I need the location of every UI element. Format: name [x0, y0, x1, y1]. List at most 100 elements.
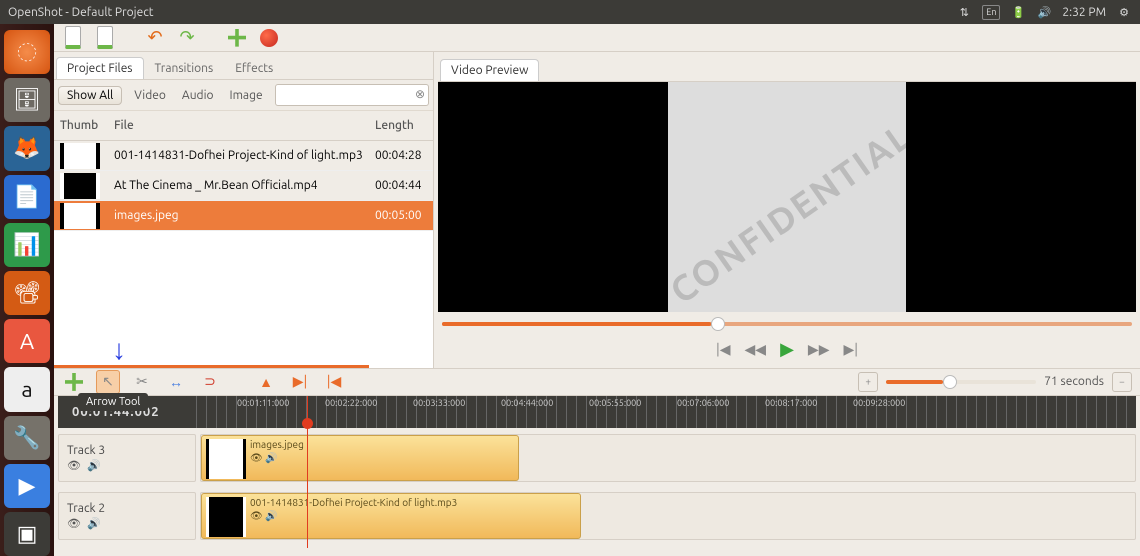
- filter-show-all[interactable]: Show All: [58, 86, 122, 105]
- redo-button[interactable]: ↷: [176, 27, 198, 49]
- preview-controls: |◀ ◀◀ ▶ ▶▶ ▶|: [438, 336, 1136, 364]
- launcher-amazon[interactable]: a: [4, 367, 50, 411]
- playhead[interactable]: [307, 396, 308, 548]
- launcher-settings[interactable]: 🔧: [4, 416, 50, 460]
- sound-icon[interactable]: 🔊: [1036, 4, 1052, 20]
- filter-video[interactable]: Video: [130, 87, 170, 104]
- prev-marker-button[interactable]: ▶|: [288, 370, 312, 394]
- next-marker-button[interactable]: |◀: [322, 370, 346, 394]
- file-name: At The Cinema _ Mr.Bean Official.mp4: [110, 179, 375, 192]
- ruler-ticks[interactable]: 00:01:11:00000:02:22:00000:03:33:00000:0…: [196, 396, 1136, 428]
- track-audio-icon[interactable]: 🔊: [87, 459, 101, 472]
- unity-launcher: ◌ 🗄 🦊 📄 📊 📽 A a 🔧 ▶ ▣: [0, 24, 54, 556]
- track-header[interactable]: Track 3👁🔊: [58, 434, 196, 482]
- resize-tool-button[interactable]: ↔: [164, 370, 188, 394]
- network-icon[interactable]: ⇅: [956, 4, 972, 20]
- clip-label: images.jpeg: [250, 439, 304, 450]
- launcher-dash[interactable]: ◌: [4, 30, 50, 74]
- clear-search-icon[interactable]: ⊗: [415, 87, 425, 101]
- search-input[interactable]: [275, 84, 429, 106]
- launcher-impress[interactable]: 📽: [4, 271, 50, 315]
- zoom-slider[interactable]: [886, 380, 1036, 384]
- preview-left-black: [438, 82, 668, 312]
- filter-image[interactable]: Image: [226, 87, 267, 104]
- new-project-button[interactable]: [62, 27, 84, 49]
- track-visible-icon[interactable]: 👁: [67, 459, 81, 472]
- timeline-clip[interactable]: images.jpeg 👁 🔊: [201, 435, 519, 481]
- ruler-label: 00:05:55:000: [589, 398, 641, 408]
- zoom-label: 71 seconds: [1044, 375, 1104, 388]
- track-lane[interactable]: images.jpeg 👁 🔊: [200, 434, 1136, 482]
- tab-effects[interactable]: Effects: [224, 57, 284, 79]
- file-thumbnail: [60, 203, 100, 229]
- track-row: Track 3👁🔊images.jpeg👁 🔊: [58, 434, 1136, 482]
- launcher-files[interactable]: 🗄: [4, 78, 50, 122]
- jump-end-button[interactable]: ▶|: [843, 341, 858, 358]
- track-audio-icon[interactable]: 🔊: [87, 517, 101, 530]
- zoom-in-button[interactable]: +: [858, 372, 878, 392]
- save-project-button[interactable]: [94, 27, 116, 49]
- file-length: 00:04:28: [375, 149, 433, 162]
- arrow-tool-button[interactable]: ↖: [96, 370, 120, 394]
- timeline-ruler[interactable]: 00:01:44:002 00:01:11:00000:02:22:00000:…: [58, 396, 1136, 428]
- jump-start-button[interactable]: |◀: [716, 341, 731, 358]
- add-marker-button[interactable]: ▲: [254, 370, 278, 394]
- clip-visible-icon[interactable]: 👁: [250, 510, 263, 521]
- file-list: 001-1414831-Dofhei Project-Kind of light…: [54, 141, 433, 231]
- tab-project-files[interactable]: Project Files: [56, 57, 144, 79]
- preview-scrub-track[interactable]: [442, 322, 1132, 326]
- timeline-clip[interactable]: 001-1414831-Dofhei Project-Kind of light…: [201, 493, 581, 539]
- ruler-label: 00:01:11:000: [237, 398, 289, 408]
- file-name: images.jpeg: [110, 209, 375, 222]
- clip-visible-icon[interactable]: 👁: [250, 452, 263, 463]
- import-files-button[interactable]: [226, 27, 248, 49]
- play-button[interactable]: ▶: [780, 339, 794, 360]
- clip-audio-icon[interactable]: 🔊: [265, 452, 277, 463]
- panel-splitter[interactable]: [54, 365, 369, 368]
- tab-video-preview[interactable]: Video Preview: [440, 59, 539, 81]
- tab-transitions[interactable]: Transitions: [144, 57, 225, 79]
- export-video-button[interactable]: [258, 27, 280, 49]
- header-thumb[interactable]: Thumb: [54, 119, 110, 132]
- launcher-media[interactable]: ▶: [4, 464, 50, 508]
- preview-right-black: [906, 82, 1136, 312]
- snap-button[interactable]: ⊃: [198, 370, 222, 394]
- header-file[interactable]: File: [110, 119, 375, 132]
- file-row[interactable]: At The Cinema _ Mr.Bean Official.mp400:0…: [54, 171, 433, 201]
- file-name: 001-1414831-Dofhei Project-Kind of light…: [110, 149, 375, 162]
- rewind-button[interactable]: ◀◀: [745, 341, 767, 358]
- project-tabs: Project Files Transitions Effects: [54, 52, 433, 80]
- zoom-out-button[interactable]: −: [1112, 372, 1132, 392]
- video-preview-panel: Video Preview CONFIDENTIAL |◀ ◀◀ ▶ ▶▶: [434, 52, 1140, 368]
- razor-tool-button[interactable]: ✂: [130, 370, 154, 394]
- file-thumbnail: [60, 143, 100, 169]
- file-length: 00:05:00: [375, 209, 433, 222]
- track-lane[interactable]: 001-1414831-Dofhei Project-Kind of light…: [200, 492, 1136, 540]
- add-track-button[interactable]: [62, 370, 86, 394]
- preview-scrubber[interactable]: [438, 312, 1136, 336]
- track-visible-icon[interactable]: 👁: [67, 517, 81, 530]
- filter-row: Show All Video Audio Image ⊗: [54, 80, 433, 111]
- preview-scrub-knob[interactable]: [711, 317, 725, 331]
- language-indicator[interactable]: En: [982, 5, 1000, 20]
- launcher-firefox[interactable]: 🦊: [4, 126, 50, 170]
- settings-gear-icon[interactable]: ⚙: [1116, 4, 1132, 20]
- filter-audio[interactable]: Audio: [178, 87, 218, 104]
- main-toolbar: ↶ ↷: [54, 24, 1140, 52]
- battery-icon[interactable]: 🔋: [1010, 4, 1026, 20]
- system-indicators: ⇅ En 🔋 🔊 2:32 PM ⚙: [956, 4, 1132, 20]
- clip-thumbnail: [206, 439, 246, 479]
- header-length[interactable]: Length: [375, 119, 433, 132]
- clock[interactable]: 2:32 PM: [1062, 6, 1106, 19]
- launcher-calc[interactable]: 📊: [4, 223, 50, 267]
- track-header[interactable]: Track 2👁🔊: [58, 492, 196, 540]
- zoom-knob[interactable]: [943, 375, 957, 389]
- launcher-terminal[interactable]: ▣: [4, 512, 50, 556]
- launcher-writer[interactable]: 📄: [4, 175, 50, 219]
- clip-audio-icon[interactable]: 🔊: [265, 510, 277, 521]
- launcher-software[interactable]: A: [4, 319, 50, 363]
- file-row[interactable]: images.jpeg00:05:00: [54, 201, 433, 231]
- file-row[interactable]: 001-1414831-Dofhei Project-Kind of light…: [54, 141, 433, 171]
- fast-forward-button[interactable]: ▶▶: [808, 341, 830, 358]
- undo-button[interactable]: ↶: [144, 27, 166, 49]
